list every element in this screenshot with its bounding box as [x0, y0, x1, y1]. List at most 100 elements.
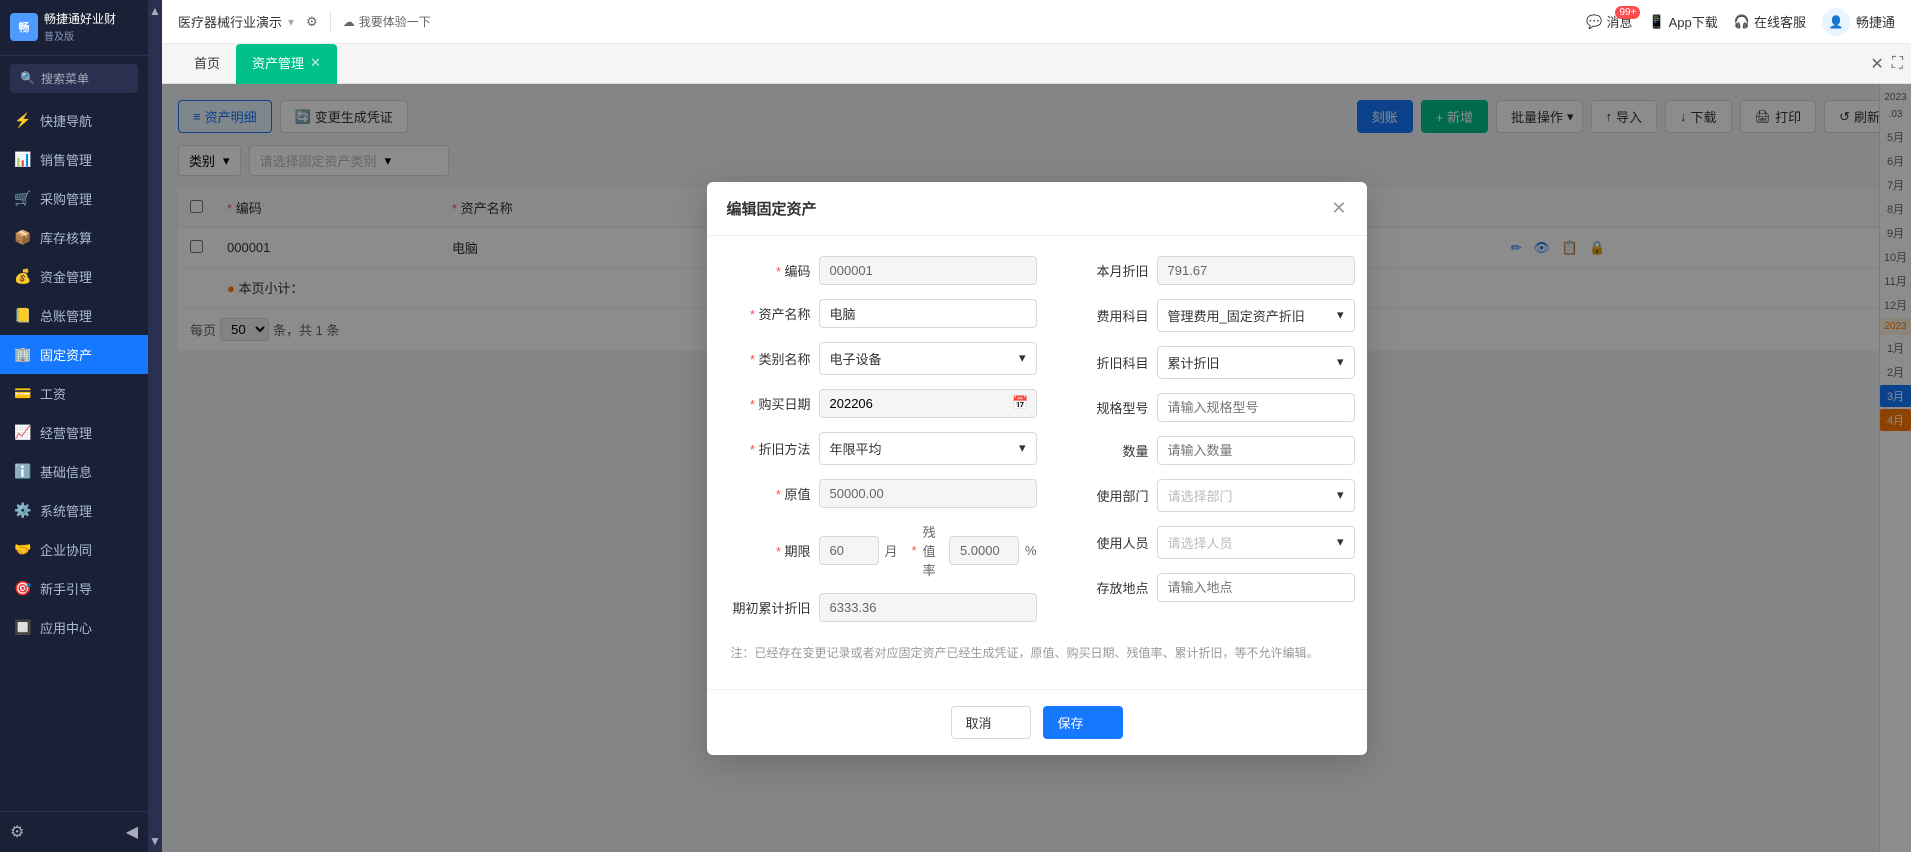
sidebar-item-basic-info[interactable]: ℹ️ 基础信息	[0, 452, 148, 491]
period-label: 期限	[731, 541, 811, 560]
depreciation-method-select[interactable]: 年限平均 ▾	[819, 432, 1037, 465]
initial-accumulated-input[interactable]	[819, 593, 1037, 622]
sidebar-footer: ⚙ ◀	[0, 811, 148, 852]
cloud-icon: ☁	[343, 15, 355, 29]
storage-input[interactable]	[1157, 573, 1355, 602]
content-area: ≡ 资产明细 🔄 变更生成凭证 刻账 + 新增 批量操作 ▾	[162, 84, 1911, 852]
storage-label: 存放地点	[1069, 578, 1149, 597]
edit-fixed-asset-modal: 编辑固定资产 ✕ 编码	[707, 182, 1367, 755]
company-name: 医疗器械行业演示 ▾	[178, 12, 294, 31]
settings-button[interactable]: ⚙	[10, 822, 24, 842]
topbar-right-actions: 💬 消息 99+ 📱 App下载 🎧 在线客服 👤 畅捷通	[1586, 8, 1895, 36]
tabbar-expand-icon[interactable]: ⛶	[1892, 55, 1903, 73]
department-label: 使用部门	[1069, 486, 1149, 505]
form-row-monthly-depreciation: 本月折旧	[1069, 256, 1355, 285]
code-input[interactable]	[819, 256, 1037, 285]
tab-close-icon[interactable]: ✕	[310, 55, 321, 71]
spec-model-input[interactable]	[1157, 393, 1355, 422]
form-right-column: 本月折旧 费用科目 管理费用_固定资产折旧 ▾	[1069, 256, 1355, 636]
personnel-label: 使用人员	[1069, 533, 1149, 552]
depreciation-subject-dropdown-icon: ▾	[1337, 354, 1344, 370]
quick-nav-icon: ⚡	[14, 111, 32, 129]
monthly-depreciation-input	[1157, 256, 1355, 285]
message-badge: 99+	[1615, 6, 1640, 19]
sidebar-item-ledger[interactable]: 📒 总账管理	[0, 296, 148, 335]
sidebar-item-guide[interactable]: 🎯 新手引导	[0, 569, 148, 608]
sidebar-scroll-down[interactable]: ▼	[149, 834, 161, 848]
department-dropdown-icon: ▾	[1337, 487, 1344, 503]
sidebar-item-payroll[interactable]: 💳 工资	[0, 374, 148, 413]
category-dropdown-icon: ▾	[1019, 350, 1026, 366]
period-input[interactable]	[819, 536, 879, 565]
collapse-button[interactable]: ◀	[126, 822, 138, 842]
method-dropdown-icon: ▾	[1019, 440, 1026, 456]
modal-header: 编辑固定资产 ✕	[707, 182, 1367, 236]
form-row-original-value: 原值	[731, 479, 1037, 508]
expense-dropdown-icon: ▾	[1337, 307, 1344, 323]
category-label: 类别名称	[731, 349, 811, 368]
service-icon: 🎧	[1734, 14, 1750, 30]
settings-gear-icon[interactable]: ⚙	[306, 14, 318, 30]
sidebar-scroll-up[interactable]: ▲	[149, 4, 161, 18]
modal-note: 注：已经存在变更记录或者对应固定资产已经生成凭证，原值、购买日期、残值率、累计折…	[731, 644, 1343, 669]
topbar: 医疗器械行业演示 ▾ ⚙ ☁ 我要体验一下 💬 消息 99+ 📱 App下载 🎧…	[162, 0, 1911, 44]
tabbar-right: ✕ ⛶	[1870, 54, 1911, 74]
download-icon: 📱	[1648, 14, 1664, 30]
residual-rate-input[interactable]	[949, 536, 1019, 565]
app-subtitle: 普及版	[44, 28, 116, 43]
form-row-spec-model: 规格型号	[1069, 393, 1355, 422]
enterprise-icon: 🤝	[14, 540, 32, 558]
dropdown-arrow-icon[interactable]: ▾	[288, 15, 294, 29]
experience-link[interactable]: ☁ 我要体验一下	[343, 13, 431, 30]
inventory-icon: 📦	[14, 228, 32, 246]
form-row-depreciation-subject: 折旧科目 累计折旧 ▾	[1069, 346, 1355, 379]
form-row-initial-accumulated: 期初累计折旧	[731, 593, 1037, 622]
form-row-expense-subject: 费用科目 管理费用_固定资产折旧 ▾	[1069, 299, 1355, 332]
save-button[interactable]: 保存	[1043, 706, 1123, 739]
form-row-code: 编码	[731, 256, 1037, 285]
sidebar-search-area[interactable]: 🔍 搜索菜单	[0, 56, 148, 101]
depreciation-method-label: 折旧方法	[731, 439, 811, 458]
expense-subject-select[interactable]: 管理费用_固定资产折旧 ▾	[1157, 299, 1355, 332]
message-button[interactable]: 💬 消息 99+	[1586, 12, 1632, 31]
ledger-icon: 📒	[14, 306, 32, 324]
depreciation-subject-select[interactable]: 累计折旧 ▾	[1157, 346, 1355, 379]
form-row-personnel: 使用人员 请选择人员 ▾	[1069, 526, 1355, 559]
sidebar-item-inventory[interactable]: 📦 库存核算	[0, 218, 148, 257]
sidebar-item-sales[interactable]: 📊 销售管理	[0, 140, 148, 179]
original-value-input[interactable]	[819, 479, 1037, 508]
user-menu[interactable]: 👤 畅捷通	[1822, 8, 1895, 36]
spec-model-label: 规格型号	[1069, 398, 1149, 417]
department-select[interactable]: 请选择部门 ▾	[1157, 479, 1355, 512]
category-select[interactable]: 电子设备 ▾	[819, 342, 1037, 375]
form-row-depreciation-method: 折旧方法 年限平均 ▾	[731, 432, 1037, 465]
sidebar-item-fixed-assets[interactable]: 🏢 固定资产	[0, 335, 148, 374]
online-service-button[interactable]: 🎧 在线客服	[1734, 12, 1806, 31]
personnel-select[interactable]: 请选择人员 ▾	[1157, 526, 1355, 559]
sidebar-item-app-center[interactable]: 🔲 应用中心	[0, 608, 148, 647]
form-left-column: 编码 资产名称 类别名称	[731, 256, 1037, 636]
guide-icon: 🎯	[14, 579, 32, 597]
topbar-divider	[330, 12, 331, 32]
app-title-block: 畅捷通好业财 普及版	[44, 12, 116, 43]
tab-home[interactable]: 首页	[178, 44, 236, 84]
sidebar-item-enterprise[interactable]: 🤝 企业协同	[0, 530, 148, 569]
asset-name-input[interactable]	[819, 299, 1037, 328]
tabbar-close-icon[interactable]: ✕	[1870, 54, 1883, 74]
modal-close-button[interactable]: ✕	[1331, 198, 1346, 219]
sidebar-item-system[interactable]: ⚙️ 系统管理	[0, 491, 148, 530]
search-menu-button[interactable]: 🔍 搜索菜单	[10, 64, 138, 93]
purchase-date-input[interactable]	[819, 389, 1037, 418]
expense-subject-label: 费用科目	[1069, 306, 1149, 325]
tab-asset-management[interactable]: 资产管理 ✕	[236, 44, 337, 84]
sidebar-item-purchase[interactable]: 🛒 采购管理	[0, 179, 148, 218]
sidebar-item-operations[interactable]: 📈 经营管理	[0, 413, 148, 452]
personnel-dropdown-icon: ▾	[1337, 534, 1344, 550]
app-download-button[interactable]: 📱 App下载	[1648, 12, 1717, 31]
sidebar-item-quick-nav[interactable]: ⚡ 快捷导航	[0, 101, 148, 140]
cancel-button[interactable]: 取消	[951, 706, 1031, 739]
sidebar-item-finance[interactable]: 💰 资金管理	[0, 257, 148, 296]
form-row-quantity: 数量	[1069, 436, 1355, 465]
form-row-period: 期限 月 * 残值率 %	[731, 522, 1037, 579]
quantity-input[interactable]	[1157, 436, 1355, 465]
